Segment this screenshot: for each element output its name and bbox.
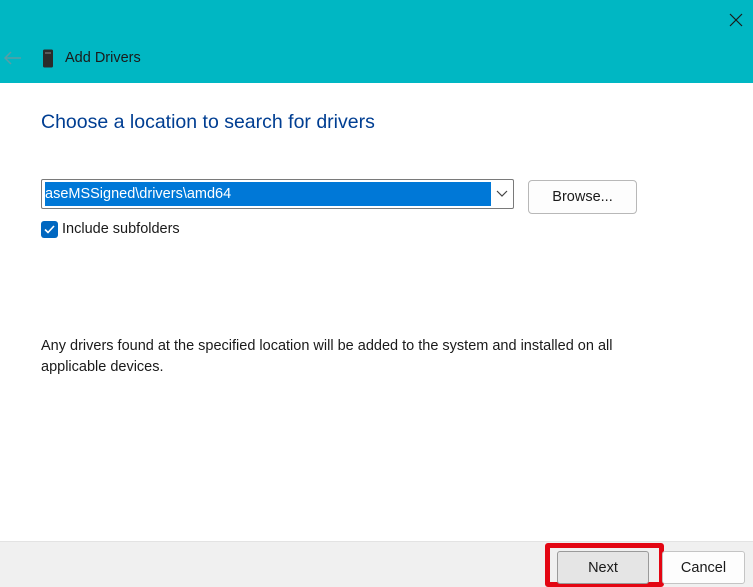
back-arrow-icon — [4, 51, 21, 65]
location-input[interactable]: aseMSSigned\drivers\amd64 — [45, 182, 491, 206]
location-dropdown-button[interactable] — [491, 180, 513, 208]
title-bar: Add Drivers — [0, 0, 753, 83]
close-icon — [729, 13, 743, 27]
include-subfolders-label: Include subfolders — [62, 221, 180, 237]
chevron-down-icon — [496, 190, 508, 197]
location-value: aseMSSigned\drivers\amd64 — [45, 186, 232, 202]
info-text: Any drivers found at the specified locat… — [41, 338, 613, 375]
next-button[interactable]: Next — [557, 551, 649, 584]
include-subfolders-checkbox[interactable] — [41, 220, 58, 238]
include-subfolders-row[interactable]: Include subfolders — [41, 220, 180, 238]
close-button[interactable] — [719, 0, 753, 40]
location-combobox[interactable]: aseMSSigned\drivers\amd64 — [41, 179, 514, 209]
checkmark-icon — [44, 224, 55, 234]
page-heading: Choose a location to search for drivers — [41, 111, 375, 133]
back-button[interactable] — [2, 46, 24, 70]
window-title: Add Drivers — [65, 50, 141, 66]
cancel-button[interactable]: Cancel — [662, 551, 745, 584]
device-icon — [43, 49, 53, 68]
browse-button[interactable]: Browse... — [528, 180, 637, 214]
